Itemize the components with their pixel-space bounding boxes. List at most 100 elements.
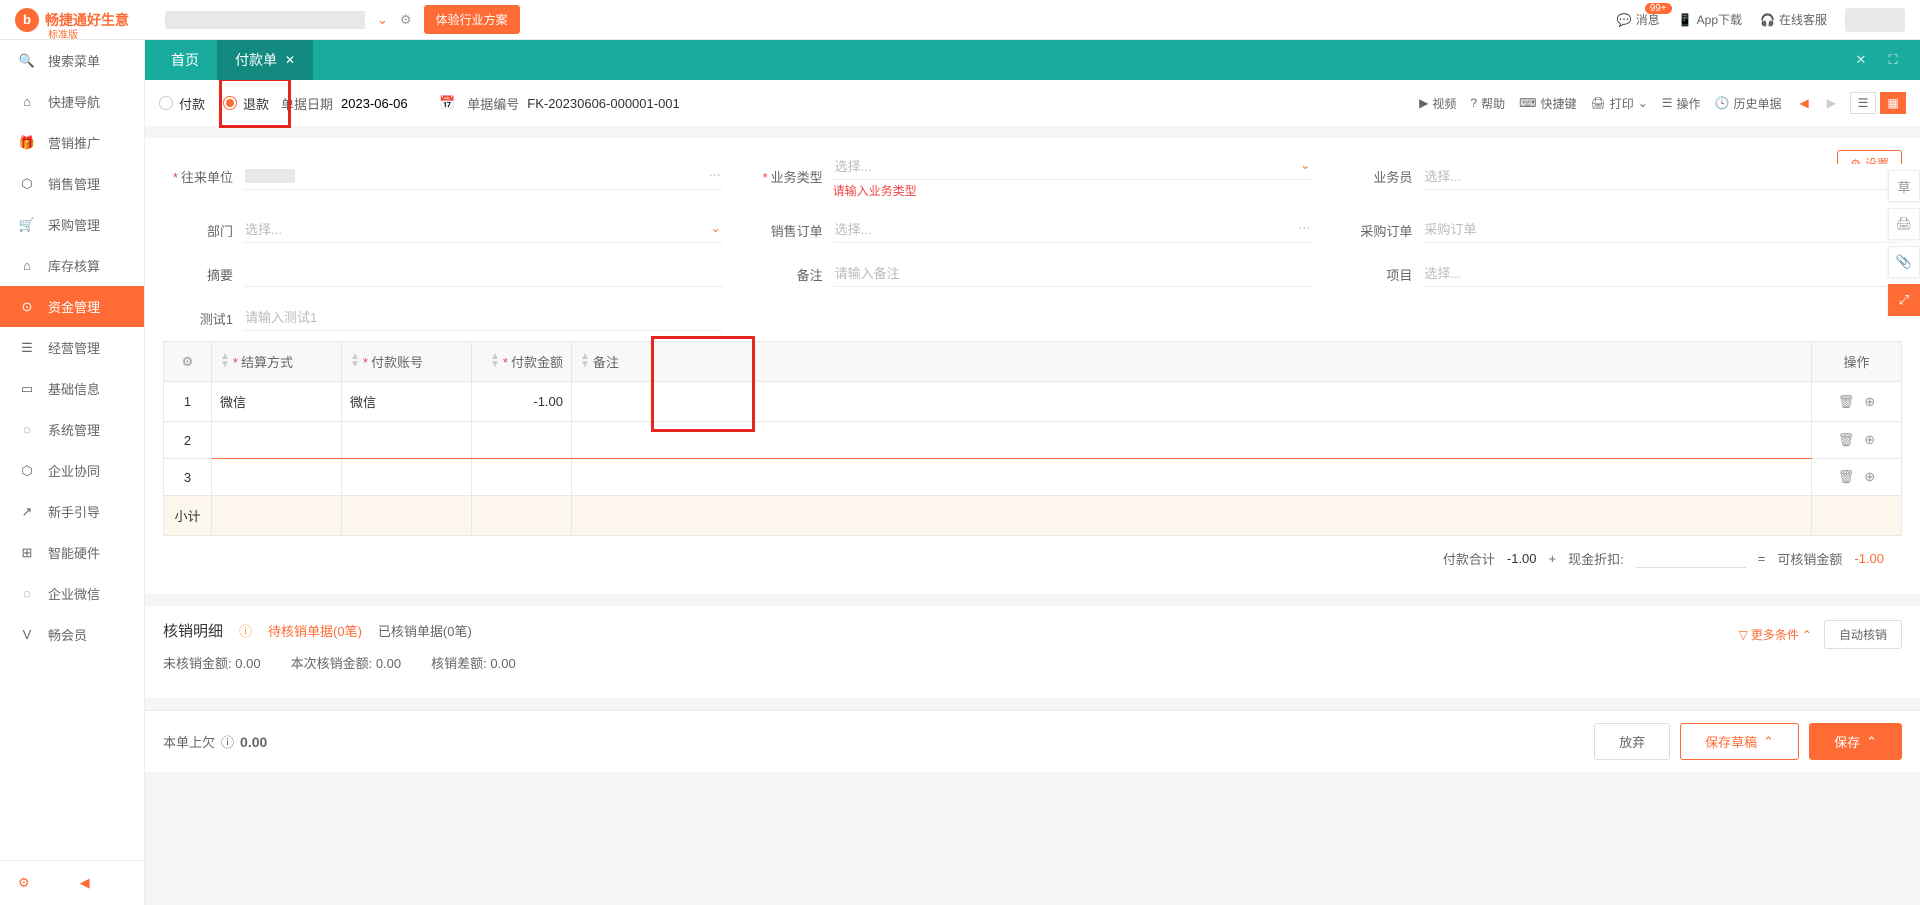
tab-payment[interactable]: 付款单 ✕ (217, 40, 313, 80)
chevron-down-icon[interactable]: ⌄ (1300, 158, 1310, 172)
biz-type-select[interactable] (833, 154, 1313, 180)
delete-icon[interactable]: 🗑 (1838, 469, 1855, 485)
discount-input[interactable] (1636, 548, 1746, 568)
dept-select[interactable] (243, 217, 723, 243)
headset-icon: 🎧 (1760, 13, 1775, 27)
gear-icon[interactable]: ⚙ (400, 12, 412, 28)
add-icon[interactable]: ⊕ (1864, 394, 1875, 410)
summary-line: 付款合计 -1.00 + 现金折扣: = 可核销金额 -1.00 (163, 536, 1902, 580)
sidebar-item[interactable]: ↗新手引导 (0, 491, 144, 532)
app-download-link[interactable]: 📱 App下载 (1678, 11, 1742, 28)
ellipsis-icon[interactable]: ⋯ (1298, 221, 1310, 235)
radio-refund[interactable]: 退款 (223, 94, 269, 113)
tab-done[interactable]: 已核销单据(0笔) (378, 621, 472, 640)
sidebar-item[interactable]: V畅会员 (0, 614, 144, 655)
detail-panel: ▽ 更多条件 ⌃ 自动核销 核销明细 ⓘ 待核销单据(0笔) 已核销单据(0笔)… (145, 606, 1920, 698)
discard-button[interactable]: 放弃 (1594, 723, 1670, 760)
delete-icon[interactable]: 🗑 (1838, 432, 1855, 448)
sidebar-icon: 🛒 (18, 216, 36, 234)
add-icon[interactable]: ⊕ (1864, 432, 1875, 448)
project-select[interactable] (1422, 261, 1902, 287)
sidebar-item[interactable]: ⌂快捷导航 (0, 81, 144, 122)
user-avatar-masked[interactable] (1845, 8, 1905, 32)
chevron-down-icon[interactable]: ⌄ (711, 221, 721, 235)
auto-verify-button[interactable]: 自动核销 (1824, 620, 1902, 649)
messages-link[interactable]: 💬 消息 99+ (1617, 11, 1660, 28)
add-icon[interactable]: ⊕ (1864, 469, 1875, 485)
chevron-up-icon: ⌃ (1763, 734, 1774, 750)
sidebar-item[interactable]: ⊙资金管理 (0, 286, 144, 327)
online-service-link[interactable]: 🎧 在线客服 (1760, 11, 1827, 28)
rail-draft-icon[interactable]: 草 (1888, 170, 1920, 202)
card-view-button[interactable]: ▦ (1880, 92, 1906, 114)
print-link[interactable]: 🖨 打印 ⌄ (1590, 95, 1647, 112)
account-header[interactable]: ▲▼付款账号 (342, 342, 472, 382)
sidebar-item[interactable]: ☰经营管理 (0, 327, 144, 368)
sidebar-item[interactable]: ▭基础信息 (0, 368, 144, 409)
table-row[interactable]: 2 🗑⊕ (164, 422, 1902, 459)
sidebar-item[interactable]: ⊞智能硬件 (0, 532, 144, 573)
chevron-down-icon[interactable]: ⌄ (377, 12, 388, 28)
verify-value: -1.00 (1854, 551, 1884, 566)
radio-payment[interactable]: 付款 (159, 94, 205, 113)
more-filter-link[interactable]: ▽ 更多条件 ⌃ (1739, 626, 1812, 643)
list-view-button[interactable]: ☰ (1850, 92, 1876, 114)
table-row[interactable]: 1 微信 微信 -1.00 🗑⊕ (164, 382, 1902, 422)
doc-date-input[interactable] (341, 96, 431, 111)
sidebar-item[interactable]: 🛒采购管理 (0, 204, 144, 245)
gear-icon[interactable]: ⚙ (18, 875, 30, 891)
rail-expand-icon[interactable]: ⤢ (1888, 284, 1920, 316)
salesman-select[interactable] (1422, 164, 1902, 190)
ellipsis-icon[interactable]: ⋯ (709, 168, 721, 182)
partner-label: 往来单位 (163, 167, 233, 186)
sidebar-icon: ◌ (18, 421, 36, 439)
rail-attach-icon[interactable]: 📎 (1888, 246, 1920, 278)
info-icon[interactable]: ⓘ (239, 621, 252, 640)
sidebar-icon: ⬡ (18, 175, 36, 193)
save-button[interactable]: 保存 ⌃ (1809, 723, 1902, 760)
remark-input[interactable] (833, 261, 1313, 287)
sidebar-item[interactable]: ⬡销售管理 (0, 163, 144, 204)
sidebar-item[interactable]: ◌企业微信 (0, 573, 144, 614)
delete-icon[interactable]: 🗑 (1838, 394, 1855, 410)
operate-link[interactable]: ☰ 操作 (1662, 95, 1701, 112)
tab-pending[interactable]: 待核销单据(0笔) (268, 621, 362, 640)
sidebar: 🔍搜索菜单⌂快捷导航🎁营销推广⬡销售管理🛒采购管理⌂库存核算⊙资金管理☰经营管理… (0, 40, 145, 905)
help-link[interactable]: ? 帮助 (1470, 95, 1505, 112)
doc-no-label: 单据编号 (467, 94, 519, 113)
action-bar: 付款 退款 单据日期 📅 单据编号 FK-20230606-000001-001 (145, 80, 1920, 126)
sidebar-item[interactable]: ⌂库存核算 (0, 245, 144, 286)
ops-header: 操作 (1812, 342, 1902, 382)
summary-input[interactable] (243, 261, 723, 287)
sidebar-item[interactable]: 🔍搜索菜单 (0, 40, 144, 81)
close-all-icon[interactable]: ✕ (1850, 49, 1872, 71)
sidebar-item[interactable]: ◌系统管理 (0, 409, 144, 450)
collapse-icon[interactable]: ◀ (80, 875, 90, 891)
calendar-icon[interactable]: 📅 (439, 95, 455, 111)
fullscreen-icon[interactable]: ⛶ (1882, 49, 1904, 71)
sidebar-item[interactable]: ⬡企业协同 (0, 450, 144, 491)
purchase-order-select[interactable] (1422, 217, 1902, 243)
table-row[interactable]: 3 🗑⊕ (164, 459, 1902, 496)
company-name-masked (165, 11, 365, 29)
shortcut-link[interactable]: ⌨ 快捷键 (1519, 95, 1576, 112)
next-arrow-icon[interactable]: ▶ (1827, 96, 1836, 110)
amount-header[interactable]: ▲▼付款金额 (472, 342, 572, 382)
tab-home[interactable]: 首页 (153, 40, 217, 80)
question-icon[interactable]: ⓘ (221, 732, 234, 751)
save-draft-button[interactable]: 保存草稿 ⌃ (1680, 723, 1799, 760)
close-icon[interactable]: ✕ (285, 53, 295, 67)
sales-order-label: 销售订单 (753, 221, 823, 240)
partner-input-masked[interactable] (243, 164, 723, 190)
rail-print-icon[interactable]: 🖨 (1888, 208, 1920, 240)
video-link[interactable]: ▶ 视频 (1419, 95, 1456, 112)
sidebar-item[interactable]: 🎁营销推广 (0, 122, 144, 163)
remark-header[interactable]: ▲▼备注 (572, 342, 1812, 382)
method-header[interactable]: ▲▼结算方式 (212, 342, 342, 382)
test1-input[interactable] (243, 305, 723, 331)
gear-header-icon[interactable]: ⚙ (164, 342, 212, 382)
sales-order-select[interactable] (833, 217, 1313, 243)
experience-button[interactable]: 体验行业方案 (424, 5, 520, 34)
prev-arrow-icon[interactable]: ◀ (1796, 96, 1813, 110)
history-link[interactable]: 🕓 历史单据 (1715, 95, 1782, 112)
